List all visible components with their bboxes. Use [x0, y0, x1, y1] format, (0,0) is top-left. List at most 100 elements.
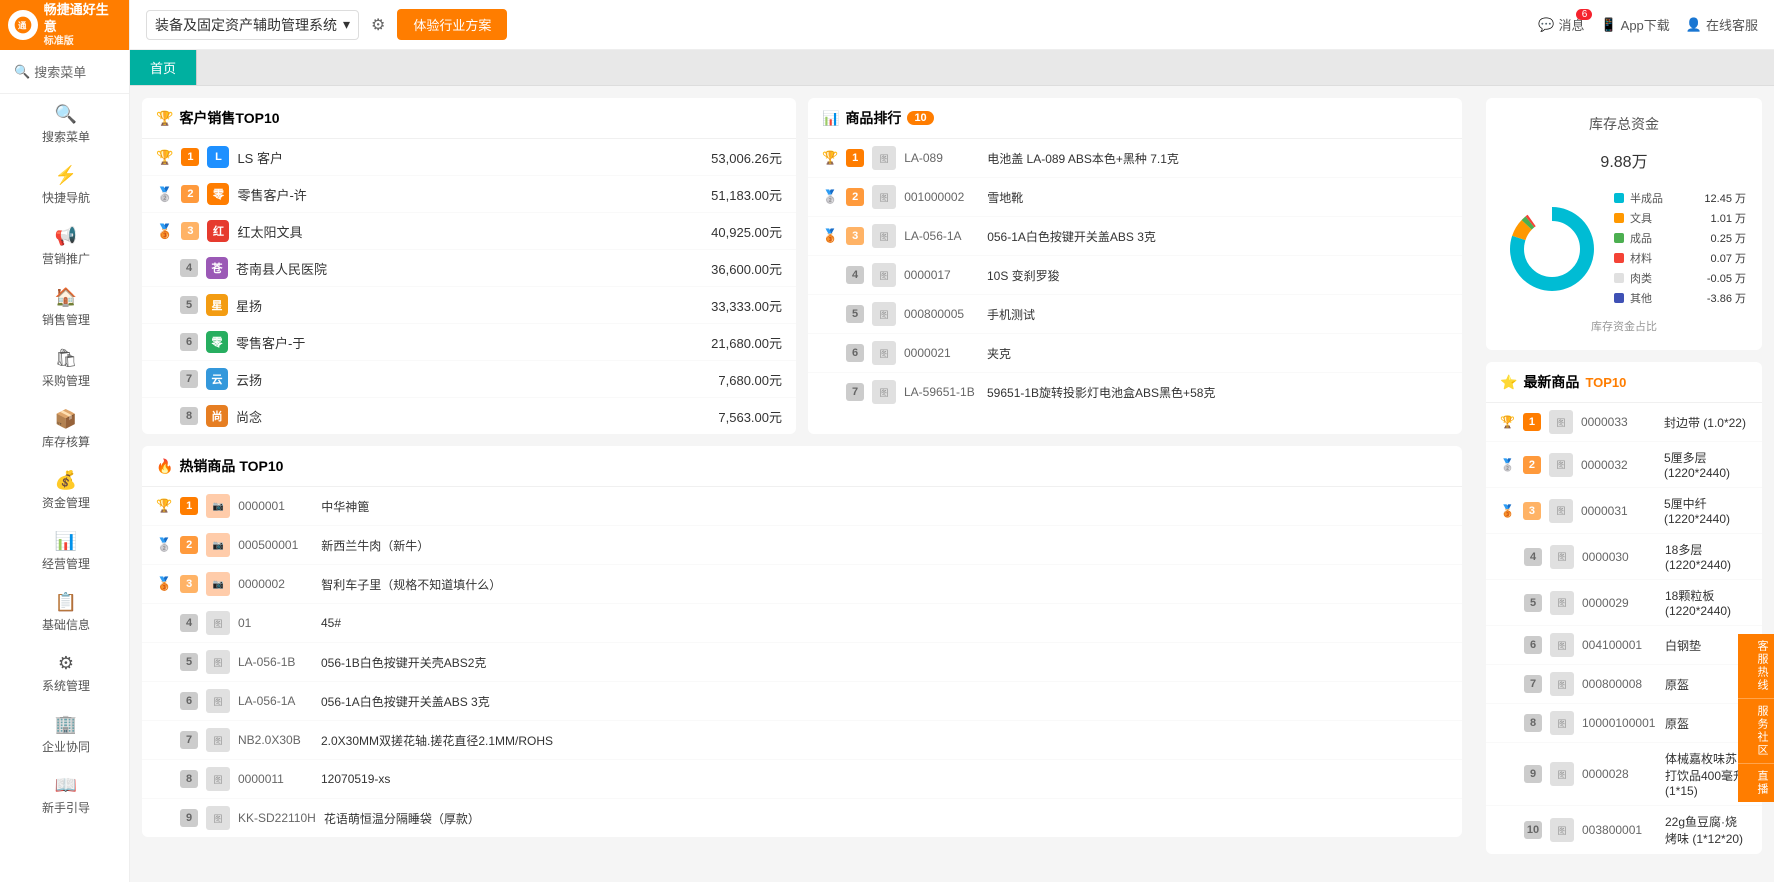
- customer-name: LS 客户: [237, 148, 703, 167]
- fire-icon: 🔥: [156, 458, 173, 475]
- legend-item: 肉类 -0.05 万: [1614, 270, 1746, 286]
- customer-ranking-card: 🏆 客户销售TOP10 🏆 1 L LS 客户 53,006.26元 🥈 2 零…: [142, 98, 796, 434]
- search-menu-button[interactable]: 🔍 搜索菜单: [8, 58, 121, 85]
- product-image: 📷: [206, 572, 230, 596]
- new-product-item: 5 图 0000029 18颗粒板 (1220*2440): [1486, 580, 1762, 626]
- rank-number: 5: [180, 653, 198, 671]
- hot-product-item: 7 图 NB2.0X30B 2.0X30MM双搓花轴.搓花直径2.1MM/ROH…: [142, 721, 1462, 760]
- product-badge: 10: [907, 111, 933, 125]
- hot-product-item: 4 图 01 45#: [142, 604, 1462, 643]
- product-image: 图: [1550, 762, 1574, 786]
- ranking-icon: 🏆: [156, 110, 173, 127]
- sidebar-item-shortcuts[interactable]: ⚡ 快捷导航: [0, 155, 129, 216]
- customer-ranking-item: 🏆 1 L LS 客户 53,006.26元: [142, 139, 796, 176]
- trial-button[interactable]: 体验行业方案: [397, 9, 507, 40]
- legend-dot: [1614, 213, 1624, 223]
- sidebar-item-guide[interactable]: 📖 新手引导: [0, 765, 129, 826]
- inventory-legend: 半成品 12.45 万 文具 1.01 万 成品 0.25 万 材料 0.07 …: [1614, 190, 1746, 310]
- sidebar-item-sales[interactable]: 🏠 销售管理: [0, 277, 129, 338]
- product-image: 图: [1550, 545, 1574, 569]
- product-name: 封边带 (1.0*22): [1664, 414, 1748, 431]
- product-code: 003800001: [1582, 823, 1657, 837]
- trophy-icon: 🥈: [822, 189, 838, 205]
- sidebar-item-inventory[interactable]: 📦 库存核算: [0, 399, 129, 460]
- product-image: 图: [206, 650, 230, 674]
- sidebar-item-finance[interactable]: 💰 资金管理: [0, 460, 129, 521]
- rank-number: 2: [846, 188, 864, 206]
- nav-icon-enterprise: 🏢: [55, 714, 77, 735]
- rank-number: 7: [846, 383, 864, 401]
- customer-ranking-item: 🥈 2 零 零售客户-许 51,183.00元: [142, 176, 796, 213]
- mobile-icon: 📱: [1600, 17, 1616, 33]
- product-image: 图: [1550, 711, 1574, 735]
- legend-value: -3.86 万: [1707, 290, 1746, 306]
- hot-product-item: 🥈 2 📷 000500001 新西兰牛肉（新牛）: [142, 526, 1462, 565]
- trophy-icon: 🏆: [1500, 415, 1515, 429]
- customer-value: 7,680.00元: [718, 370, 782, 389]
- nav-icon-finance: 💰: [55, 470, 77, 491]
- nav-label-operations: 经营管理: [42, 555, 90, 572]
- rank-number: 4: [180, 614, 198, 632]
- message-button[interactable]: 💬 消息 6: [1538, 15, 1584, 34]
- product-name: 45#: [321, 616, 1448, 630]
- sidebar-item-search[interactable]: 🔍 搜索菜单: [0, 94, 129, 155]
- rank-number: 8: [1524, 714, 1542, 732]
- sidebar-item-system[interactable]: ⚙ 系统管理: [0, 643, 129, 704]
- nav-label-enterprise: 企业协同: [42, 738, 90, 755]
- sidebar-item-operations[interactable]: 📊 经营管理: [0, 521, 129, 582]
- product-ranking-header: 📊 商品排行 10: [808, 98, 1462, 139]
- customer-value: 36,600.00元: [711, 259, 782, 278]
- product-image: 图: [872, 224, 896, 248]
- sidebar-nav: 🔍 搜索菜单⚡ 快捷导航📢 营销推广🏠 销售管理🛍 采购管理📦 库存核算💰 资金…: [0, 94, 129, 882]
- product-code: 0000021: [904, 346, 979, 360]
- new-products-card: ⭐ 最新商品 TOP10 🏆 1 图 0000033 封边带 (1.0*22) …: [1486, 362, 1762, 854]
- topbar-right: 💬 消息 6 📱 App下载 👤 在线客服: [1538, 15, 1758, 34]
- product-name: 中华神篦: [321, 498, 1448, 515]
- customer-name: 零售客户-许: [237, 185, 703, 204]
- product-name: 056-1A白色按键开关盖ABS 3克: [987, 228, 1448, 245]
- nav-icon-marketing: 📢: [55, 226, 77, 247]
- product-image: 图: [1550, 672, 1574, 696]
- search-icon: 🔍: [14, 64, 30, 80]
- tab-home[interactable]: 首页: [130, 50, 197, 85]
- float-btn-2[interactable]: 直播: [1738, 764, 1774, 802]
- customer-ranking-title: 客户销售TOP10: [179, 108, 279, 128]
- hot-products-list: 🏆 1 📷 0000001 中华神篦 🥈 2 📷 000500001 新西兰牛肉…: [142, 487, 1462, 837]
- product-image: 图: [872, 341, 896, 365]
- inventory-subtitle: 库存资金占比: [1502, 318, 1746, 334]
- float-btn-1[interactable]: 服务社区: [1738, 699, 1774, 764]
- customer-avatar: L: [207, 146, 229, 168]
- rank-number: 9: [1524, 765, 1542, 783]
- inventory-unit: 万: [1632, 154, 1648, 171]
- hot-products-title: 热销商品 TOP10: [179, 456, 283, 476]
- online-service-button[interactable]: 👤 在线客服: [1686, 15, 1758, 34]
- sidebar-item-marketing[interactable]: 📢 营销推广: [0, 216, 129, 277]
- sidebar: 通 畅捷通好生意 标准版 🔍 搜索菜单 🔍 搜索菜单⚡ 快捷导航📢 营销推广🏠 …: [0, 0, 130, 882]
- product-name: 18多层 (1220*2440): [1665, 541, 1748, 572]
- trophy-icon: 🥈: [156, 186, 173, 203]
- inventory-title: 库存总资金: [1502, 114, 1746, 134]
- system-selector[interactable]: 装备及固定资产辅助管理系统 ▾: [146, 10, 359, 40]
- gear-icon[interactable]: ⚙: [371, 15, 385, 35]
- rank-number: 6: [846, 344, 864, 362]
- sidebar-item-enterprise[interactable]: 🏢 企业协同: [0, 704, 129, 765]
- product-name: 10S 变刹罗狻: [987, 267, 1448, 284]
- product-name: 夹克: [987, 345, 1448, 362]
- hot-product-item: 8 图 0000011 12070519-xs: [142, 760, 1462, 799]
- customer-ranking-item: 8 尚 尚念 7,563.00元: [142, 398, 796, 434]
- sidebar-item-purchase[interactable]: 🛍 采购管理: [0, 338, 129, 399]
- float-btn-0[interactable]: 客服热线: [1738, 634, 1774, 699]
- product-code: 0000028: [1582, 767, 1657, 781]
- app-download-button[interactable]: 📱 App下载: [1600, 15, 1669, 34]
- product-name: 白钢垫: [1665, 637, 1748, 654]
- product-ranking-item: 5 图 000800005 手机测试: [808, 295, 1462, 334]
- legend-dot: [1614, 233, 1624, 243]
- main-columns: 🏆 客户销售TOP10 🏆 1 L LS 客户 53,006.26元 🥈 2 零…: [130, 86, 1774, 882]
- star-icon: ⭐: [1500, 374, 1517, 391]
- customer-name: 尚念: [236, 407, 710, 426]
- inventory-value: 9.88万: [1502, 142, 1746, 174]
- sidebar-item-basics[interactable]: 📋 基础信息: [0, 582, 129, 643]
- product-code: 0000032: [1581, 458, 1656, 472]
- product-name: 5厘多层 (1220*2440): [1664, 449, 1748, 480]
- main-area: 装备及固定资产辅助管理系统 ▾ ⚙ 体验行业方案 💬 消息 6 📱 App下载 …: [130, 0, 1774, 882]
